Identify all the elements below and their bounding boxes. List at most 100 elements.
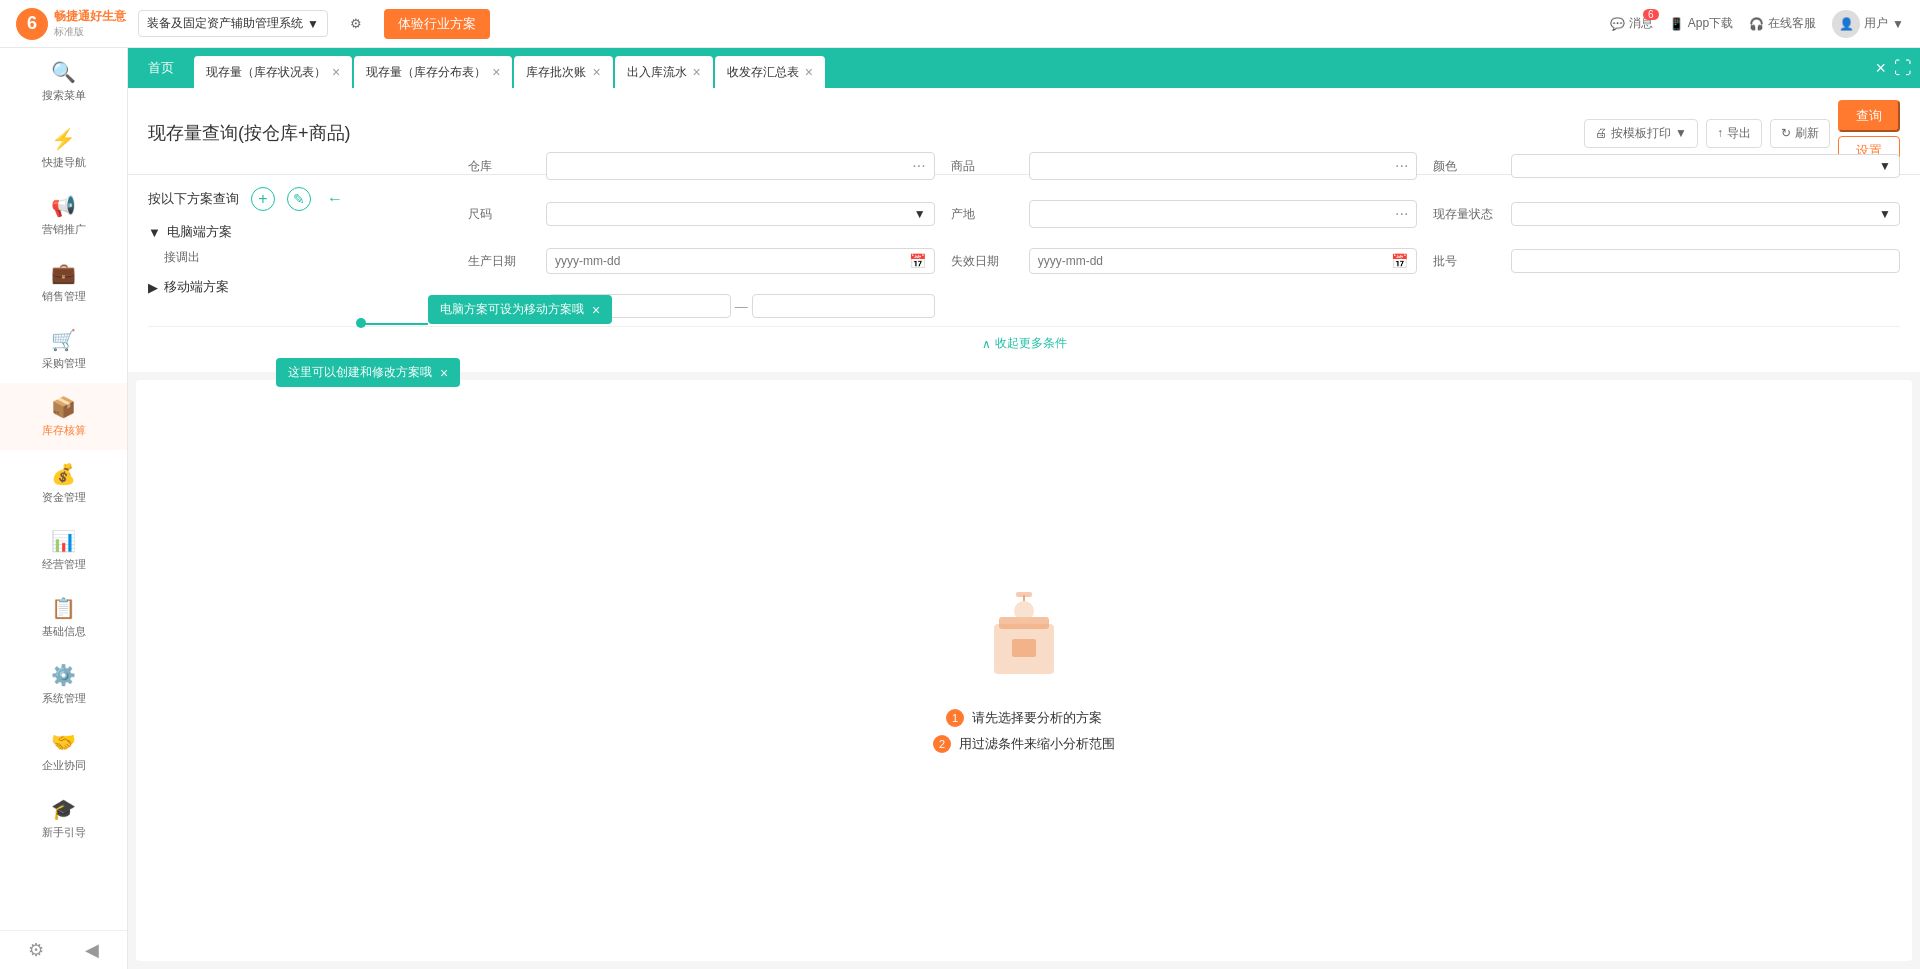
sidebar-item-operations[interactable]: 📊 经营管理	[0, 517, 127, 584]
chevron-down-icon: ▼	[914, 207, 926, 221]
tab-close-icon[interactable]: ×	[592, 64, 600, 80]
sidebar-item-system[interactable]: ⚙️ 系统管理	[0, 651, 127, 718]
filter-field-expire-date: 失效日期 📅	[951, 248, 1418, 274]
edit-scheme-button[interactable]: ✎	[287, 187, 311, 211]
origin-select[interactable]: ···	[1029, 200, 1418, 228]
warehouse-select[interactable]: ···	[546, 152, 935, 180]
color-select[interactable]: ▼	[1511, 154, 1900, 178]
filter-field-batch: 批号	[1433, 248, 1900, 274]
app-download-button[interactable]: 📱 App下载	[1669, 15, 1733, 32]
chevron-down-icon: ▼	[307, 17, 319, 31]
search-button[interactable]: 查询	[1838, 100, 1900, 132]
sales-icon: 💼	[51, 261, 76, 285]
logo-icon: 6	[16, 8, 48, 40]
produce-date-picker[interactable]: 📅	[546, 248, 935, 274]
logo-area: 6 畅捷通好生意 标准版	[16, 8, 126, 40]
tab-inventory-status[interactable]: 现存量（库存状况表） ×	[194, 56, 352, 88]
search-icon: 🔍	[51, 60, 76, 84]
filter-fields: 仓库 ··· 商品 ···	[468, 144, 1900, 326]
sidebar-item-marketing[interactable]: 📢 营销推广	[0, 182, 127, 249]
export-icon: ↑	[1717, 126, 1723, 140]
tooltip-close-button[interactable]: ×	[592, 302, 600, 318]
refresh-icon: ↻	[1781, 126, 1791, 140]
svg-rect-5	[1016, 592, 1032, 597]
arrow-scheme-button[interactable]: ←	[323, 187, 347, 211]
tab-inventory-dist[interactable]: 现存量（库存分布表） ×	[354, 56, 512, 88]
sidebar-item-purchase[interactable]: 🛒 采购管理	[0, 316, 127, 383]
tab-close-icon[interactable]: ×	[332, 64, 340, 80]
sidebar-item-inventory[interactable]: 📦 库存核算	[0, 383, 127, 450]
headset-icon: 🎧	[1749, 17, 1764, 31]
close-all-icon[interactable]: ×	[1875, 58, 1886, 79]
tooltip-text: 这里可以创建和修改方案哦	[288, 364, 432, 381]
add-scheme-button[interactable]: +	[251, 187, 275, 211]
online-service-button[interactable]: 🎧 在线客服	[1749, 15, 1816, 32]
tab-bar-right: × ⛶	[1875, 58, 1920, 79]
tooltip-create-scheme: 这里可以创建和修改方案哦 ×	[276, 358, 460, 387]
hint-number-2: 2	[933, 735, 951, 753]
size-select[interactable]: ▼	[546, 202, 935, 226]
tab-home[interactable]: 首页	[128, 48, 194, 88]
sidebar-nav: 🔍 搜索菜单 ⚡ 快捷导航 📢 营销推广 💼 销售管理 🛒 采购管理	[0, 48, 127, 930]
top-bar: 6 畅捷通好生意 标准版 装备及固定资产辅助管理系统 ▼ ⚙ 体验行业方案 💬 …	[0, 0, 1920, 48]
product-select[interactable]: ···	[1029, 152, 1418, 180]
produce-date-input[interactable]	[555, 254, 905, 268]
expire-date-input[interactable]	[1038, 254, 1388, 268]
phone-icon: 📱	[1669, 17, 1684, 31]
sidebar-item-nav[interactable]: ⚡ 快捷导航	[0, 115, 127, 182]
tab-batch[interactable]: 库存批次账 ×	[514, 56, 612, 88]
message-badge: 6	[1643, 9, 1659, 20]
sidebar: 🔍 搜索菜单 ⚡ 快捷导航 📢 营销推广 💼 销售管理 🛒 采购管理	[0, 48, 128, 969]
tab-close-icon[interactable]: ×	[492, 64, 500, 80]
svg-rect-2	[1012, 639, 1036, 657]
filter-field-stock-status: 现存量状态 ▼	[1433, 200, 1900, 228]
collapse-sidebar-icon[interactable]: ◀	[85, 939, 99, 961]
sidebar-item-sales[interactable]: 💼 销售管理	[0, 249, 127, 316]
inventory-icon: 📦	[51, 395, 76, 419]
dots-icon: ···	[1395, 205, 1408, 223]
system-selector[interactable]: 装备及固定资产辅助管理系统 ▼	[138, 10, 328, 37]
stock-status-select[interactable]: ▼	[1511, 202, 1900, 226]
sidebar-item-search[interactable]: 🔍 搜索菜单	[0, 48, 127, 115]
tooltip-close-button-2[interactable]: ×	[440, 365, 448, 381]
tab-close-icon[interactable]: ×	[805, 64, 813, 80]
print-icon: 🖨	[1595, 126, 1607, 140]
chevron-up-icon: ∧	[982, 337, 991, 351]
fullscreen-icon[interactable]: ⛶	[1894, 58, 1912, 79]
marketing-icon: 📢	[51, 194, 76, 218]
sidebar-item-basic[interactable]: 📋 基础信息	[0, 584, 127, 651]
filter-field-warehouse: 仓库 ···	[468, 152, 935, 180]
empty-state: 1 请先选择要分析的方案 2 用过滤条件来缩小分析范围	[136, 380, 1912, 961]
batch-input[interactable]	[1511, 249, 1900, 273]
tab-flow[interactable]: 出入库流水 ×	[615, 56, 713, 88]
sidebar-item-guide[interactable]: 🎓 新手引导	[0, 785, 127, 852]
chevron-down-icon: ▼	[148, 225, 161, 240]
avatar: 👤	[1832, 10, 1860, 38]
dots-icon: ···	[912, 157, 925, 175]
settings-bottom-icon[interactable]: ⚙	[28, 939, 44, 961]
stock-qty-max[interactable]	[752, 294, 935, 318]
guide-icon: 🎓	[51, 797, 76, 821]
connector-dot	[356, 318, 366, 328]
page-title: 现存量查询(按仓库+商品)	[148, 121, 351, 145]
tab-close-icon[interactable]: ×	[693, 64, 701, 80]
chevron-down-icon: ▼	[1879, 207, 1891, 221]
filter-field-product: 商品 ···	[951, 152, 1418, 180]
top-right-area: 💬 消息 6 📱 App下载 🎧 在线客服 👤 用户 ▼	[1610, 10, 1904, 38]
expire-date-picker[interactable]: 📅	[1029, 248, 1418, 274]
settings-icon[interactable]: ⚙	[340, 8, 372, 40]
empty-icon	[974, 589, 1074, 689]
hint-number-1: 1	[946, 709, 964, 727]
filter-field-color: 颜色 ▼	[1433, 152, 1900, 180]
tab-summary[interactable]: 收发存汇总表 ×	[715, 56, 825, 88]
sidebar-item-enterprise[interactable]: 🤝 企业协同	[0, 718, 127, 785]
content-area: 首页 现存量（库存状况表） × 现存量（库存分布表） × 库存批次账 × 出入库…	[128, 48, 1920, 969]
filter-field-origin: 产地 ···	[951, 200, 1418, 228]
collapse-bar[interactable]: ∧ 收起更多条件	[148, 326, 1900, 360]
user-menu[interactable]: 👤 用户 ▼	[1832, 10, 1904, 38]
sidebar-item-finance[interactable]: 💰 资金管理	[0, 450, 127, 517]
industry-button[interactable]: 体验行业方案	[384, 9, 490, 39]
tooltip-text: 电脑方案可设为移动方案哦	[440, 301, 584, 318]
logo-text: 畅捷通好生意 标准版	[54, 8, 126, 39]
message-button[interactable]: 💬 消息 6	[1610, 15, 1653, 32]
